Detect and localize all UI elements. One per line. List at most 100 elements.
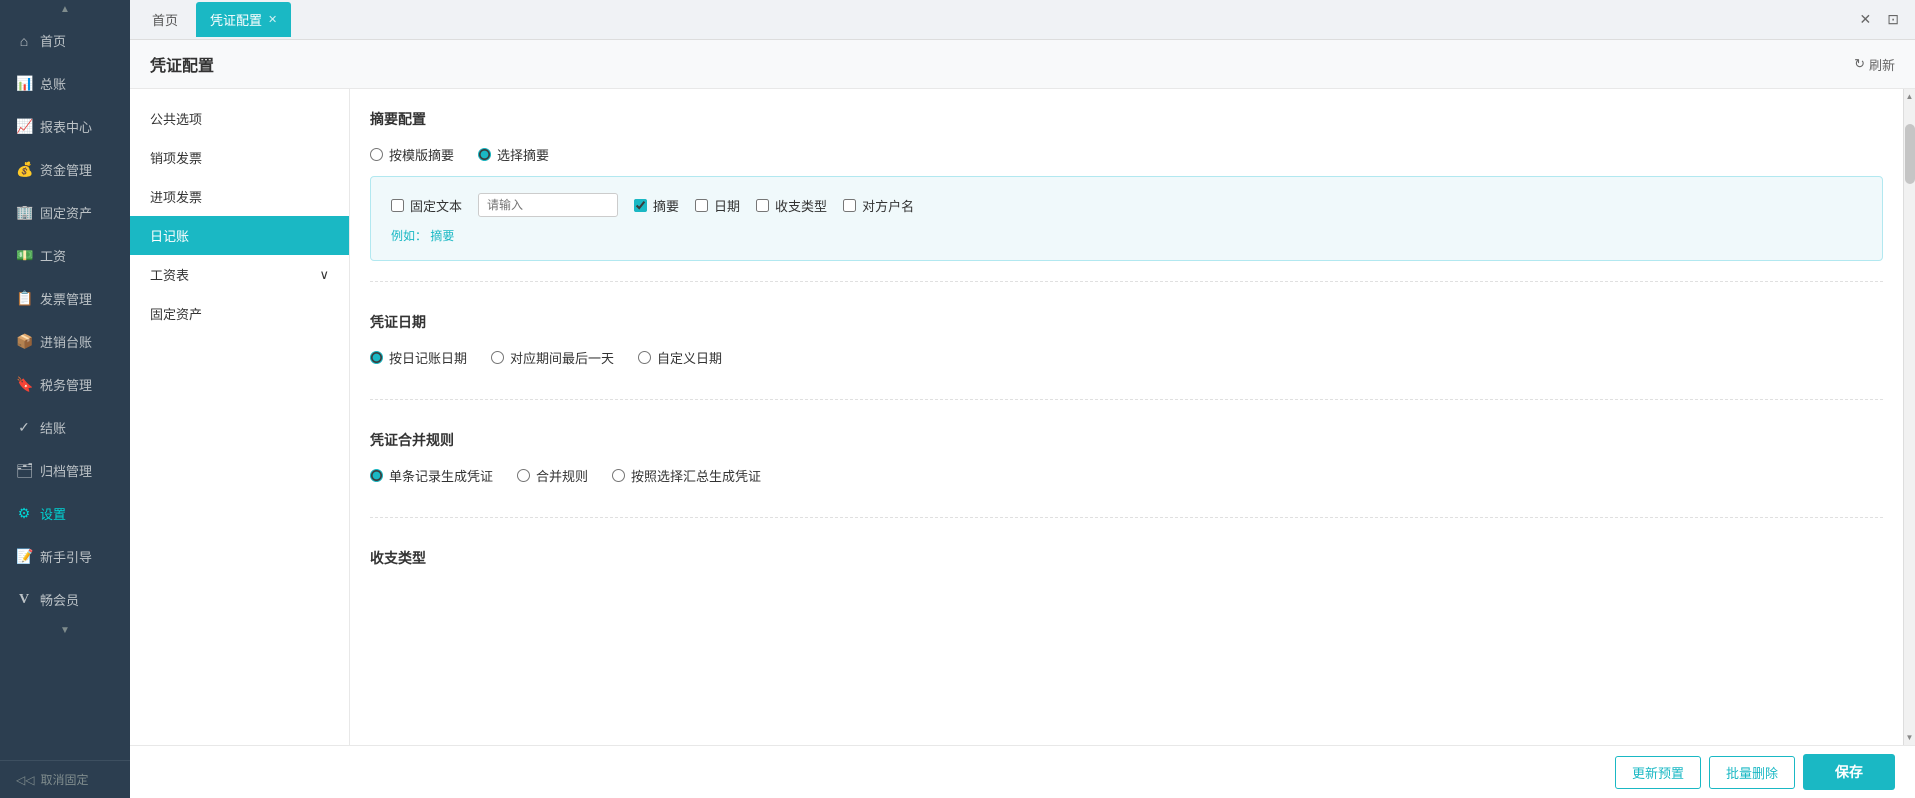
pin-icon: ◁◁ — [16, 773, 34, 787]
checkbox-date[interactable]: 日期 — [695, 196, 740, 215]
radio-merge-input[interactable] — [517, 469, 530, 482]
summary-radio-group: 按模版摘要 选择摘要 — [370, 145, 1883, 164]
sidebar-scroll-up[interactable]: ▲ — [0, 0, 130, 19]
income-type-title: 收支类型 — [370, 548, 1883, 568]
left-nav-purchase-invoice[interactable]: 进项发票 — [130, 177, 349, 216]
checkbox-fixed-text[interactable]: 固定文本 — [391, 196, 462, 215]
archive-icon: 🗂 — [16, 462, 32, 479]
merge-rule-section: 凭证合并规则 单条记录生成凭证 合并规则 按照选择汇总生成凭证 — [370, 430, 1883, 518]
radio-journal-date-input[interactable] — [370, 351, 383, 364]
refresh-button[interactable]: ↻ 刷新 — [1854, 55, 1895, 74]
checkbox-summary[interactable]: 摘要 — [634, 196, 679, 215]
summary-config-box: 固定文本 摘要 日期 收支类型 — [370, 176, 1883, 261]
sidebar-item-assets[interactable]: 🏢 固定资产 — [0, 191, 130, 234]
checkout-icon: ✓ — [16, 419, 32, 436]
voucher-date-title: 凭证日期 — [370, 312, 1883, 332]
tab-close-voucher[interactable]: ✕ — [268, 13, 277, 26]
assets-icon: 🏢 — [16, 204, 32, 221]
page-title: 凭证配置 — [150, 52, 214, 76]
merge-rule-title: 凭证合并规则 — [370, 430, 1883, 450]
content-area: 公共选项 销项发票 进项发票 日记账 工资表 ∨ 固定资产 摘要配置 — [130, 89, 1915, 745]
sidebar-item-ledger[interactable]: 📊 总账 — [0, 62, 130, 105]
tax-icon: 🔖 — [16, 376, 32, 393]
summary-config-title: 摘要配置 — [370, 109, 1883, 129]
radio-custom-date[interactable]: 自定义日期 — [638, 348, 722, 367]
summary-radio-select[interactable]: 选择摘要 — [478, 145, 549, 164]
expand-icon: ∨ — [319, 267, 329, 283]
radio-journal-date[interactable]: 按日记账日期 — [370, 348, 467, 367]
left-nav-salary-table[interactable]: 工资表 ∨ — [130, 255, 349, 294]
left-nav-fixed-assets[interactable]: 固定资产 — [130, 294, 349, 333]
checkbox-counterparty[interactable]: 对方户名 — [843, 196, 914, 215]
summary-example: 例如： 摘要 — [391, 227, 1862, 244]
radio-template-input[interactable] — [370, 148, 383, 161]
refresh-icon: ↻ — [1854, 56, 1865, 72]
radio-select-input[interactable] — [478, 148, 491, 161]
sidebar-item-archive[interactable]: 🗂 归档管理 — [0, 449, 130, 492]
tab-voucher-config[interactable]: 凭证配置 ✕ — [196, 2, 291, 37]
sidebar: ▲ ⌂ 首页 📊 总账 📈 报表中心 💰 资金管理 🏢 固定资产 💵 工资 📋 … — [0, 0, 130, 798]
radio-single-input[interactable] — [370, 469, 383, 482]
sidebar-item-invoice[interactable]: 📋 发票管理 — [0, 277, 130, 320]
ledger-icon: 📊 — [16, 75, 32, 92]
settings-icon: ⚙ — [16, 505, 32, 522]
sidebar-item-sales[interactable]: 📦 进销台账 — [0, 320, 130, 363]
close-window-button[interactable]: ✕ — [1856, 9, 1876, 30]
top-right-controls: ✕ ⊡ — [1856, 9, 1907, 30]
outer-scrollbar[interactable]: ▲ ▼ — [1903, 89, 1915, 745]
scroll-thumb[interactable] — [1905, 124, 1915, 184]
scroll-up-arrow[interactable]: ▲ — [1903, 89, 1915, 104]
checkbox-fixed-text-input[interactable] — [391, 199, 404, 212]
sidebar-item-fund[interactable]: 💰 资金管理 — [0, 148, 130, 191]
left-nav-journal[interactable]: 日记账 — [130, 216, 349, 255]
checkbox-counterparty-input[interactable] — [843, 199, 856, 212]
home-icon: ⌂ — [16, 33, 32, 49]
radio-last-day[interactable]: 对应期间最后一天 — [491, 348, 614, 367]
checkbox-income-type-input[interactable] — [756, 199, 769, 212]
main-area: 首页 凭证配置 ✕ ✕ ⊡ 凭证配置 ↻ 刷新 公共选项 销项发票 进 — [130, 0, 1915, 798]
sidebar-item-report[interactable]: 📈 报表中心 — [0, 105, 130, 148]
maximize-window-button[interactable]: ⊡ — [1883, 9, 1903, 30]
update-preset-button[interactable]: 更新预置 — [1615, 756, 1701, 789]
summary-checkbox-row: 固定文本 摘要 日期 收支类型 — [391, 193, 1862, 217]
right-content: 摘要配置 按模版摘要 选择摘要 固定文本 — [350, 89, 1903, 745]
left-nav-sales-invoice[interactable]: 销项发票 — [130, 138, 349, 177]
left-nav-public[interactable]: 公共选项 — [130, 99, 349, 138]
bottom-bar: 更新预置 批量删除 保存 — [130, 745, 1915, 798]
scroll-down-arrow[interactable]: ▼ — [1903, 730, 1915, 745]
sidebar-item-tax[interactable]: 🔖 税务管理 — [0, 363, 130, 406]
sidebar-item-checkout[interactable]: ✓ 结账 — [0, 406, 130, 449]
tab-home[interactable]: 首页 — [138, 2, 192, 37]
salary-icon: 💵 — [16, 247, 32, 264]
sidebar-item-settings[interactable]: ⚙ 设置 — [0, 492, 130, 535]
checkbox-date-input[interactable] — [695, 199, 708, 212]
income-type-section: 收支类型 — [370, 548, 1883, 604]
radio-merge[interactable]: 合并规则 — [517, 466, 588, 485]
member-icon: V — [16, 592, 32, 608]
fund-icon: 💰 — [16, 161, 32, 178]
radio-select-merge[interactable]: 按照选择汇总生成凭证 — [612, 466, 761, 485]
sidebar-item-salary[interactable]: 💵 工资 — [0, 234, 130, 277]
merge-rule-radio-group: 单条记录生成凭证 合并规则 按照选择汇总生成凭证 — [370, 466, 1883, 485]
summary-config-section: 摘要配置 按模版摘要 选择摘要 固定文本 — [370, 109, 1883, 282]
report-icon: 📈 — [16, 118, 32, 135]
radio-custom-date-input[interactable] — [638, 351, 651, 364]
cancel-pin-button[interactable]: ◁◁ 取消固定 — [0, 760, 130, 798]
invoice-icon: 📋 — [16, 290, 32, 307]
sidebar-item-member[interactable]: V 畅会员 — [0, 578, 130, 621]
sidebar-scroll-down[interactable]: ▼ — [0, 621, 130, 640]
fixed-text-input[interactable] — [478, 193, 618, 217]
sidebar-item-guide[interactable]: 📝 新手引导 — [0, 535, 130, 578]
checkbox-income-type[interactable]: 收支类型 — [756, 196, 827, 215]
save-button[interactable]: 保存 — [1803, 754, 1895, 790]
tab-bar: 首页 凭证配置 ✕ ✕ ⊡ — [130, 0, 1915, 40]
radio-last-day-input[interactable] — [491, 351, 504, 364]
summary-radio-template[interactable]: 按模版摘要 — [370, 145, 454, 164]
batch-delete-button[interactable]: 批量删除 — [1709, 756, 1795, 789]
radio-single[interactable]: 单条记录生成凭证 — [370, 466, 493, 485]
radio-select-merge-input[interactable] — [612, 469, 625, 482]
voucher-date-section: 凭证日期 按日记账日期 对应期间最后一天 自定义日期 — [370, 312, 1883, 400]
guide-icon: 📝 — [16, 548, 32, 565]
checkbox-summary-input[interactable] — [634, 199, 647, 212]
sidebar-item-home[interactable]: ⌂ 首页 — [0, 19, 130, 62]
